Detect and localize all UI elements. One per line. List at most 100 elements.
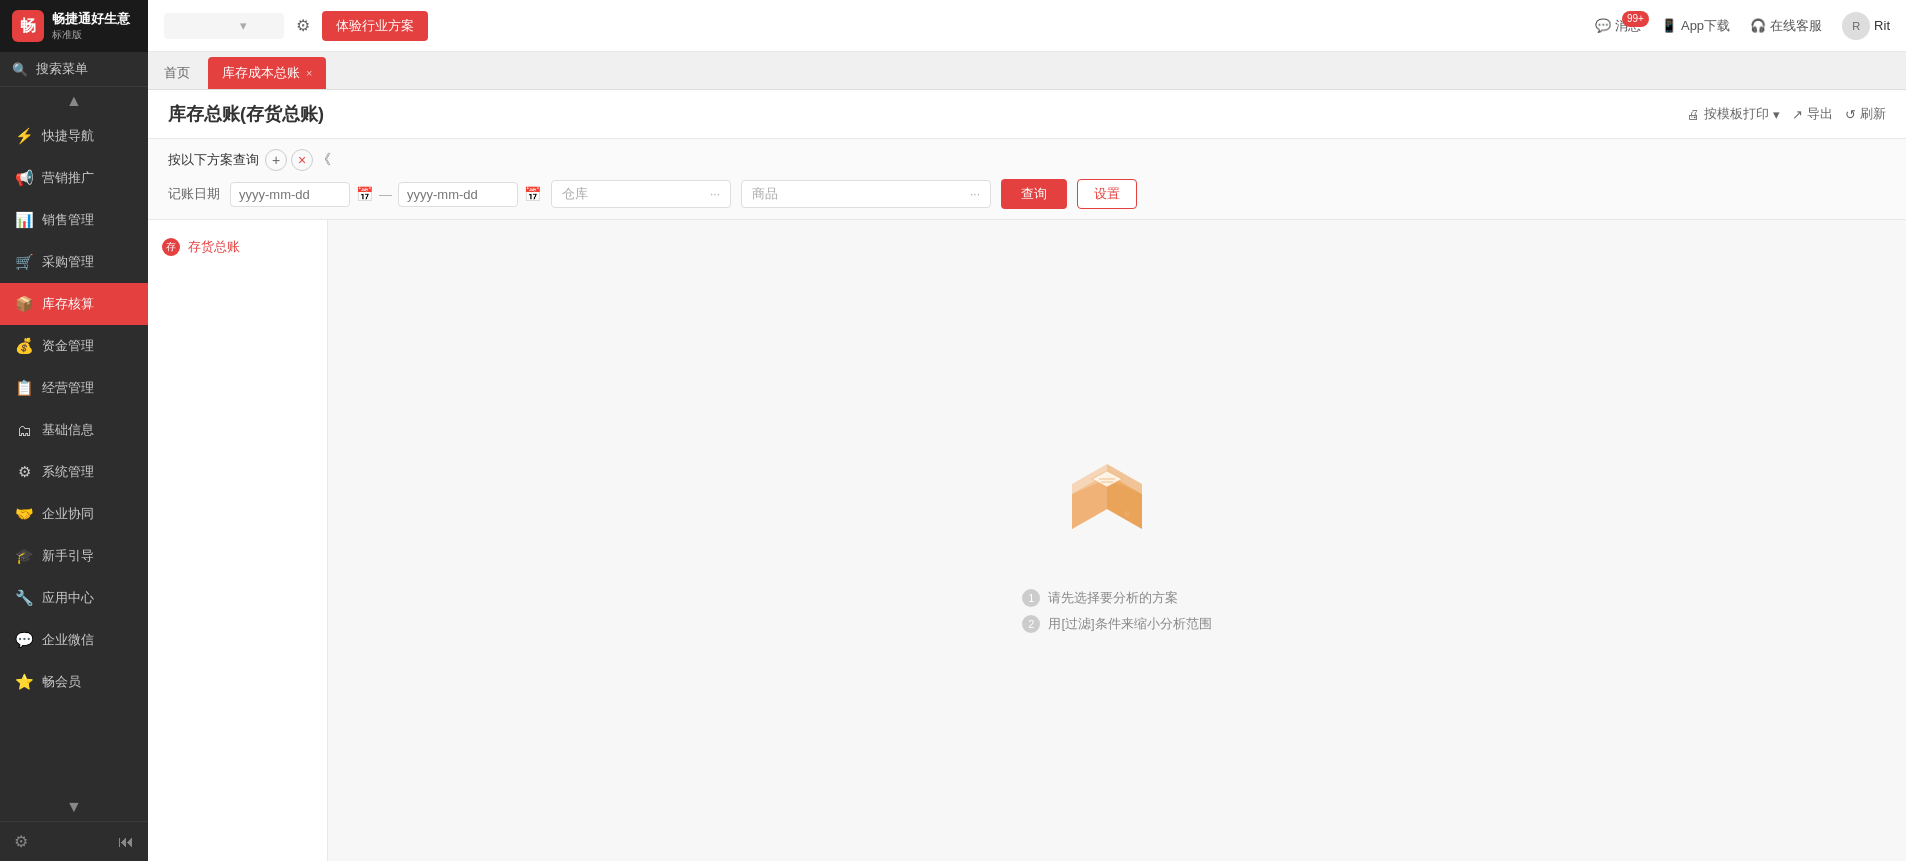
sidebar-search[interactable]: 🔍 搜索菜单 (0, 52, 148, 87)
calendar-start-icon[interactable]: 📅 (356, 186, 373, 202)
sidebar-item-inventory[interactable]: 📦 库存核算 (0, 283, 148, 325)
membership-icon: ⭐ (14, 673, 34, 691)
date-label: 记账日期 (168, 185, 220, 203)
sidebar-item-cooperation[interactable]: 🤝 企业协同 (0, 493, 148, 535)
sidebar-nav: ⚡ 快捷导航 📢 营销推广 📊 销售管理 🛒 采购管理 📦 库存核算 💰 资金管… (0, 115, 148, 793)
svg-point-9 (1080, 507, 1084, 511)
tab-close-icon[interactable]: × (306, 67, 312, 79)
query-button[interactable]: 查询 (1001, 179, 1067, 209)
logo-text: 畅捷通好生意 标准版 (52, 11, 130, 41)
sidebar-item-quick-nav[interactable]: ⚡ 快捷导航 (0, 115, 148, 157)
print-button[interactable]: 🖨 按模板打印 ▾ (1687, 105, 1780, 123)
online-support-button[interactable]: 🎧 在线客服 (1750, 17, 1822, 35)
warehouse-more-icon: ··· (710, 187, 720, 201)
main-area: ▾ ⚙ 体验行业方案 💬 消息 99+ 📱 App下载 🎧 在线客服 R (148, 0, 1906, 861)
scroll-down-button[interactable]: ▼ (58, 796, 90, 818)
calendar-end-icon[interactable]: 📅 (524, 186, 541, 202)
sidebar: 畅 畅捷通好生意 标准版 🔍 搜索菜单 ▲ ⚡ 快捷导航 📢 营销推广 📊 销售… (0, 0, 148, 861)
tab-home-label: 首页 (164, 64, 190, 82)
empty-tip-1: 1 请先选择要分析的方案 (1022, 589, 1211, 607)
page-header: 库存总账(存货总账) 🖨 按模板打印 ▾ ↗ 导出 ↺ 刷新 (148, 90, 1906, 139)
filter-add-button[interactable]: + (265, 149, 287, 171)
app-download-button[interactable]: 📱 App下载 (1661, 17, 1730, 35)
page-header-actions: 🖨 按模板打印 ▾ ↗ 导出 ↺ 刷新 (1687, 105, 1886, 123)
avatar-initials: R (1852, 20, 1860, 32)
sidebar-item-app-center[interactable]: 🔧 应用中心 (0, 577, 148, 619)
enterprise-wechat-icon: 💬 (14, 631, 34, 649)
sidebar-bottom: ⚙ ⏮ (0, 821, 148, 861)
messages-button[interactable]: 💬 消息 99+ (1595, 17, 1641, 35)
app-center-icon: 🔧 (14, 589, 34, 607)
sidebar-item-label: 采购管理 (42, 253, 134, 271)
scheme-panel: 存 存货总账 (148, 220, 328, 861)
sidebar-item-label: 快捷导航 (42, 127, 134, 145)
sidebar-item-label: 应用中心 (42, 589, 134, 607)
sidebar-item-sales[interactable]: 📊 销售管理 (0, 199, 148, 241)
system-icon: ⚙ (14, 463, 34, 481)
filter-top-row: 按以下方案查询 + × 《 (168, 149, 1886, 171)
goods-selector[interactable]: 商品 ··· (741, 180, 991, 208)
sidebar-item-label: 库存核算 (42, 295, 134, 313)
basic-info-icon: 🗂 (14, 422, 34, 439)
tab-home[interactable]: 首页 (148, 57, 206, 89)
warehouse-selector[interactable]: 仓库 ··· (551, 180, 731, 208)
filter-collapse-button[interactable]: 《 (317, 151, 331, 169)
quick-nav-icon: ⚡ (14, 127, 34, 145)
sidebar-item-beginner[interactable]: 🎓 新手引导 (0, 535, 148, 577)
empty-state: 1 请先选择要分析的方案 2 用[过滤]条件来缩小分析范围 (328, 220, 1906, 861)
logo-icon: 畅 (12, 10, 44, 42)
collapse-sidebar-button[interactable]: ⏮ (118, 833, 134, 851)
print-label: 按模板打印 (1704, 105, 1769, 123)
sidebar-item-funds[interactable]: 💰 资金管理 (0, 325, 148, 367)
sidebar-item-membership[interactable]: ⭐ 畅会员 (0, 661, 148, 703)
sidebar-item-basic-info[interactable]: 🗂 基础信息 (0, 409, 148, 451)
scroll-up-button[interactable]: ▲ (58, 90, 90, 112)
business-selector[interactable]: ▾ (164, 13, 284, 39)
tab-inventory-cost[interactable]: 库存成本总账 × (208, 57, 326, 89)
sidebar-item-label: 企业微信 (42, 631, 134, 649)
sidebar-scroll-up: ▲ (0, 87, 148, 115)
refresh-button[interactable]: ↺ 刷新 (1845, 105, 1886, 123)
date-start-input[interactable] (230, 182, 350, 207)
scheme-item-inventory-ledger[interactable]: 存 存货总账 (148, 230, 327, 264)
filter-remove-button[interactable]: × (291, 149, 313, 171)
tab-inventory-cost-label: 库存成本总账 (222, 64, 300, 82)
filter-bar: 按以下方案查询 + × 《 记账日期 📅 — 📅 仓库 ··· (148, 139, 1906, 220)
warehouse-label: 仓库 (562, 185, 710, 203)
funds-icon: 💰 (14, 337, 34, 355)
sidebar-item-label: 经营管理 (42, 379, 134, 397)
date-input-group: 📅 — 📅 (230, 182, 541, 207)
sidebar-item-marketing[interactable]: 📢 营销推广 (0, 157, 148, 199)
filter-main-row: 记账日期 📅 — 📅 仓库 ··· 商品 ··· 查询 设置 (168, 179, 1886, 209)
date-end-input[interactable] (398, 182, 518, 207)
settings-bottom-button[interactable]: ⚙ (14, 832, 28, 851)
sidebar-item-label: 系统管理 (42, 463, 134, 481)
scheme-item-label: 存货总账 (188, 238, 240, 256)
sidebar-scroll-down: ▼ (0, 793, 148, 821)
message-icon: 💬 (1595, 18, 1611, 33)
filter-scheme-label: 按以下方案查询 (168, 151, 259, 169)
sidebar-item-operations[interactable]: 📋 经营管理 (0, 367, 148, 409)
beginner-icon: 🎓 (14, 547, 34, 565)
sidebar-item-label: 企业协同 (42, 505, 134, 523)
content-area: 存 存货总账 (148, 220, 1906, 861)
sidebar-item-purchase[interactable]: 🛒 采购管理 (0, 241, 148, 283)
topbar-right: 💬 消息 99+ 📱 App下载 🎧 在线客服 R Rit (1595, 12, 1890, 40)
scheme-icon: 存 (162, 238, 180, 256)
sidebar-item-label: 基础信息 (42, 421, 134, 439)
goods-more-icon: ··· (970, 187, 980, 201)
sidebar-item-enterprise-wechat[interactable]: 💬 企业微信 (0, 619, 148, 661)
page-title: 库存总账(存货总账) (168, 102, 324, 126)
export-button[interactable]: ↗ 导出 (1792, 105, 1833, 123)
export-label: 导出 (1807, 105, 1833, 123)
tip-num-1: 1 (1022, 589, 1040, 607)
user-profile-button[interactable]: R Rit (1842, 12, 1890, 40)
topbar-settings-icon[interactable]: ⚙ (296, 16, 310, 35)
sidebar-item-system[interactable]: ⚙ 系统管理 (0, 451, 148, 493)
app-download-label: App下载 (1681, 17, 1730, 35)
inventory-icon: 📦 (14, 295, 34, 313)
print-icon: 🖨 (1687, 107, 1700, 122)
sidebar-logo: 畅 畅捷通好生意 标准版 (0, 0, 148, 52)
filter-settings-button[interactable]: 设置 (1077, 179, 1137, 209)
promo-button[interactable]: 体验行业方案 (322, 11, 428, 41)
